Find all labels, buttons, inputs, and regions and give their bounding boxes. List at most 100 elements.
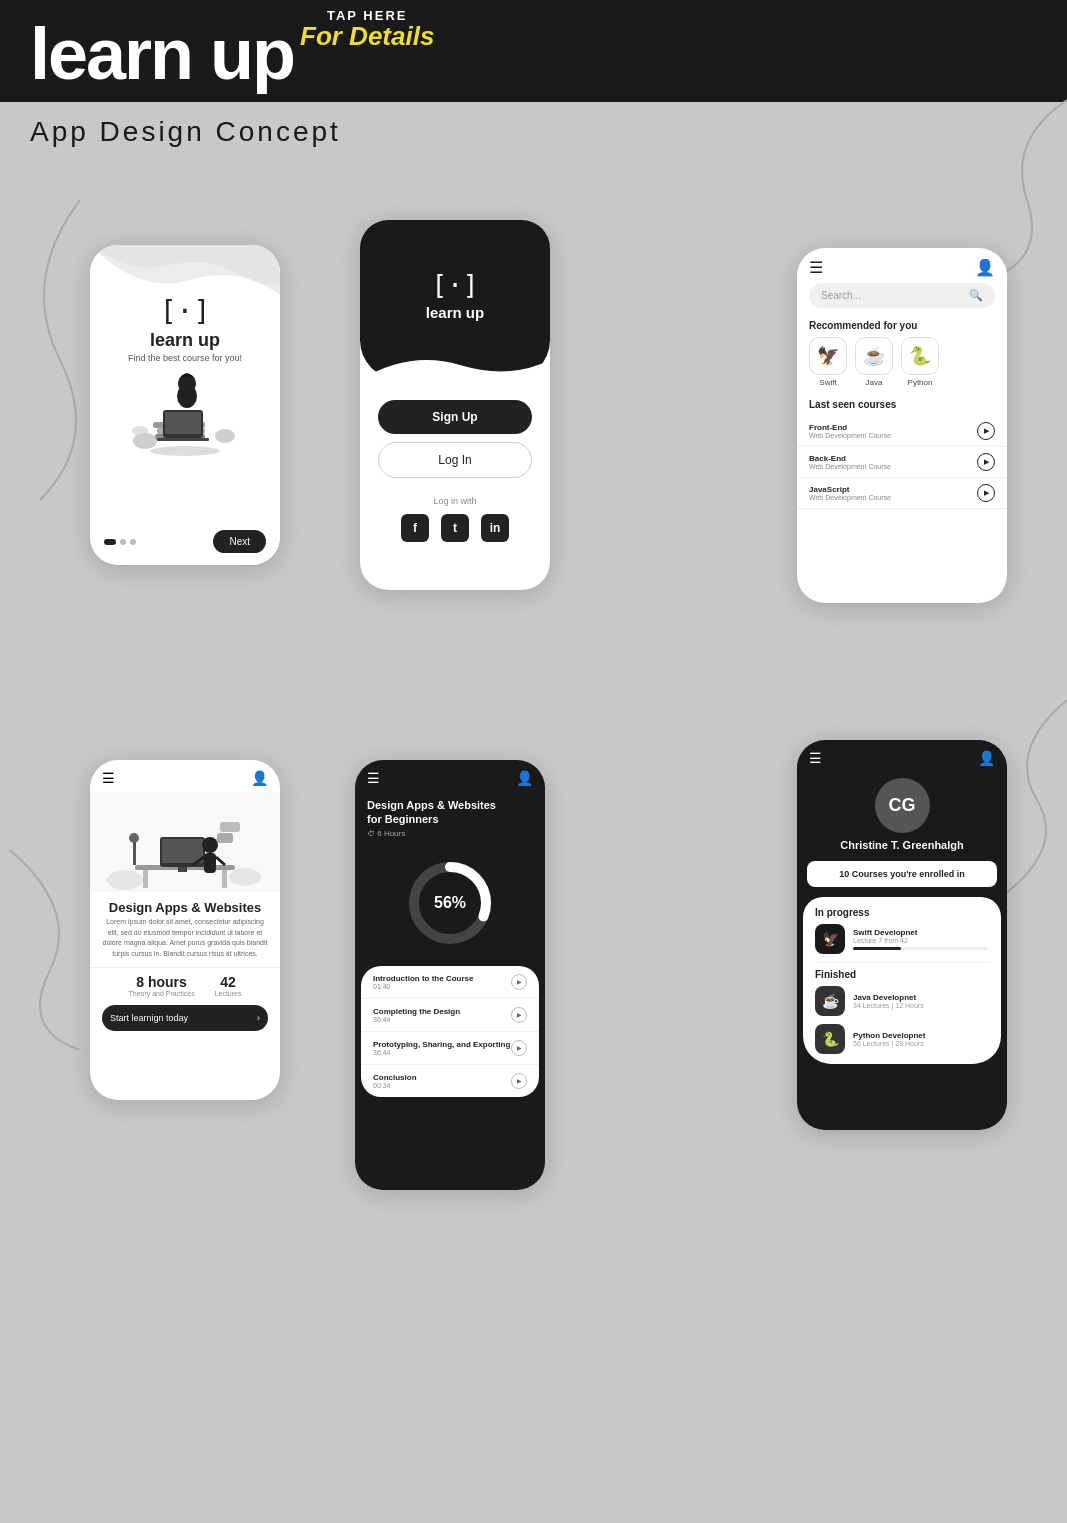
linkedin-icon[interactable]: in: [481, 514, 509, 542]
lesson-row-4[interactable]: Conclusion 00:34 ▶: [361, 1065, 539, 1097]
search-bar[interactable]: Search... 🔍: [809, 283, 995, 308]
facebook-icon[interactable]: f: [401, 514, 429, 542]
svg-line-25: [216, 857, 225, 865]
user-icon[interactable]: 👤: [975, 258, 995, 277]
swift-label: Swift: [819, 378, 836, 387]
svg-rect-19: [178, 867, 187, 872]
java-course-name: Java Developnet: [853, 993, 989, 1002]
user-icon-progress[interactable]: 👤: [516, 770, 533, 786]
splash-tagline: Find the best course for you!: [90, 353, 280, 363]
phone-signup: [·] learn up Sign Up Log In Log in with …: [360, 220, 550, 590]
java-course-sub: 34 Lectures | 12 Hours: [853, 1002, 989, 1009]
dot-3: [130, 539, 136, 545]
dot-1: [104, 539, 116, 545]
lesson-4-play[interactable]: ▶: [511, 1073, 527, 1089]
svg-point-10: [215, 429, 235, 443]
svg-point-13: [229, 868, 261, 886]
lesson-2-play[interactable]: ▶: [511, 1007, 527, 1023]
lang-chip-python[interactable]: 🐍 Python: [901, 337, 939, 387]
tap-here-label[interactable]: TAP HERE For Details: [300, 8, 434, 49]
frontend-sub: Web Development Course: [809, 432, 891, 439]
donut-label: 56%: [434, 894, 466, 912]
lesson-1-play[interactable]: ▶: [511, 974, 527, 990]
avatar: CG: [875, 778, 930, 833]
splash-illustration: [125, 371, 245, 451]
login-button[interactable]: Log In: [378, 442, 532, 478]
python-course-info: Python Developnet 56 Lectures | 28 Hours: [853, 1031, 989, 1047]
signup-button[interactable]: Sign Up: [378, 400, 532, 434]
signup-bracket-icon: [·]: [360, 270, 550, 300]
lang-chip-swift[interactable]: 🦅 Swift: [809, 337, 847, 387]
course-row-frontend[interactable]: Front-End Web Development Course ▶: [797, 416, 1007, 447]
java-icon: ☕: [855, 337, 893, 375]
course-stats: 8 hours Theory and Practices 42 Lectures: [90, 967, 280, 1005]
profile-name: Christine T. Greenhalgh: [797, 839, 1007, 851]
lang-chip-java[interactable]: ☕ Java: [855, 337, 893, 387]
python-finished-row[interactable]: 🐍 Python Developnet 56 Lectures | 28 Hou…: [815, 1024, 989, 1054]
swift-course-name: Swift Developnet: [853, 928, 989, 937]
lessons-list: Introduction to the Course 01:40 ▶ Compl…: [361, 966, 539, 1097]
swift-icon: 🦅: [809, 337, 847, 375]
swift-course-sub: Lecture 7 from 42: [853, 937, 989, 944]
signup-app-name: learn up: [360, 304, 550, 321]
lesson-3-play[interactable]: ▶: [511, 1040, 527, 1056]
in-progress-title: In progress: [815, 907, 989, 918]
svg-rect-16: [222, 870, 227, 888]
course-illustration: [90, 792, 280, 892]
swift-course-info: Swift Developnet Lecture 7 from 42: [853, 928, 989, 950]
phone-course-detail: ☰ 👤 Design: [90, 760, 280, 1100]
python-label: Python: [908, 378, 933, 387]
splash-dots: [104, 539, 136, 545]
start-button[interactable]: Start learnign today ›: [102, 1005, 268, 1031]
js-sub: Web Development Course: [809, 494, 891, 501]
svg-point-21: [129, 833, 139, 843]
dot-2: [120, 539, 126, 545]
swift-progress-bar: [853, 947, 989, 950]
svg-rect-18: [162, 839, 203, 863]
swift-course-icon: 🦅: [815, 924, 845, 954]
next-button[interactable]: Next: [213, 530, 266, 553]
js-play[interactable]: ▶: [977, 484, 995, 502]
user-icon-course[interactable]: 👤: [251, 770, 268, 786]
user-icon-profile[interactable]: 👤: [978, 750, 995, 766]
svg-rect-26: [217, 833, 233, 843]
menu-icon[interactable]: ☰: [809, 258, 823, 277]
lesson-row-2[interactable]: Completing the Design 36:44 ▶: [361, 999, 539, 1032]
menu-icon-progress[interactable]: ☰: [367, 770, 380, 786]
lesson-3-time: 36:44: [373, 1049, 510, 1056]
svg-rect-6: [157, 438, 209, 441]
twitter-icon[interactable]: t: [441, 514, 469, 542]
phone-progress: ☰ 👤 Design Apps & Websites for Beginners…: [355, 760, 545, 1190]
java-course-info: Java Developnet 34 Lectures | 12 Hours: [853, 993, 989, 1009]
menu-icon-profile[interactable]: ☰: [809, 750, 822, 766]
course-row-js[interactable]: JavaScript Web Development Course ▶: [797, 478, 1007, 509]
donut-area: 56%: [355, 848, 545, 958]
for-details-text: For Details: [300, 23, 434, 49]
progress-title-area: Design Apps & Websites for Beginners ⏱ 6…: [355, 792, 545, 840]
java-label: Java: [866, 378, 883, 387]
svg-rect-27: [220, 822, 240, 832]
social-icons: f t in: [360, 514, 550, 542]
backend-play[interactable]: ▶: [977, 453, 995, 471]
hours-label: Theory and Practices: [128, 990, 194, 997]
profile-divider-1: [815, 962, 989, 963]
signup-wave: [360, 340, 550, 380]
lesson-1-time: 01:40: [373, 983, 473, 990]
lesson-row-3[interactable]: Prototyping, Sharing, and Exporting 36:4…: [361, 1032, 539, 1065]
phone-home: ☰ 👤 Search... 🔍 Recommended for you 🦅 Sw…: [797, 248, 1007, 603]
svg-point-0: [150, 446, 220, 456]
swift-progress-row[interactable]: 🦅 Swift Developnet Lecture 7 from 42: [815, 924, 989, 954]
lesson-row-1[interactable]: Introduction to the Course 01:40 ▶: [361, 966, 539, 999]
lectures-val: 42: [215, 974, 242, 990]
stat-lectures: 42 Lectures: [215, 974, 242, 997]
java-finished-row[interactable]: ☕ Java Developnet 34 Lectures | 12 Hours: [815, 986, 989, 1016]
course-row-backend[interactable]: Back-End Web Development Course ▶: [797, 447, 1007, 478]
frontend-play[interactable]: ▶: [977, 422, 995, 440]
hours-val: 8 hours: [128, 974, 194, 990]
lesson-2-title: Completing the Design: [373, 1007, 460, 1016]
home-header: ☰ 👤: [797, 248, 1007, 283]
python-course-icon: 🐍: [815, 1024, 845, 1054]
menu-icon-course[interactable]: ☰: [102, 770, 115, 786]
python-course-name: Python Developnet: [853, 1031, 989, 1040]
svg-rect-20: [133, 840, 136, 865]
